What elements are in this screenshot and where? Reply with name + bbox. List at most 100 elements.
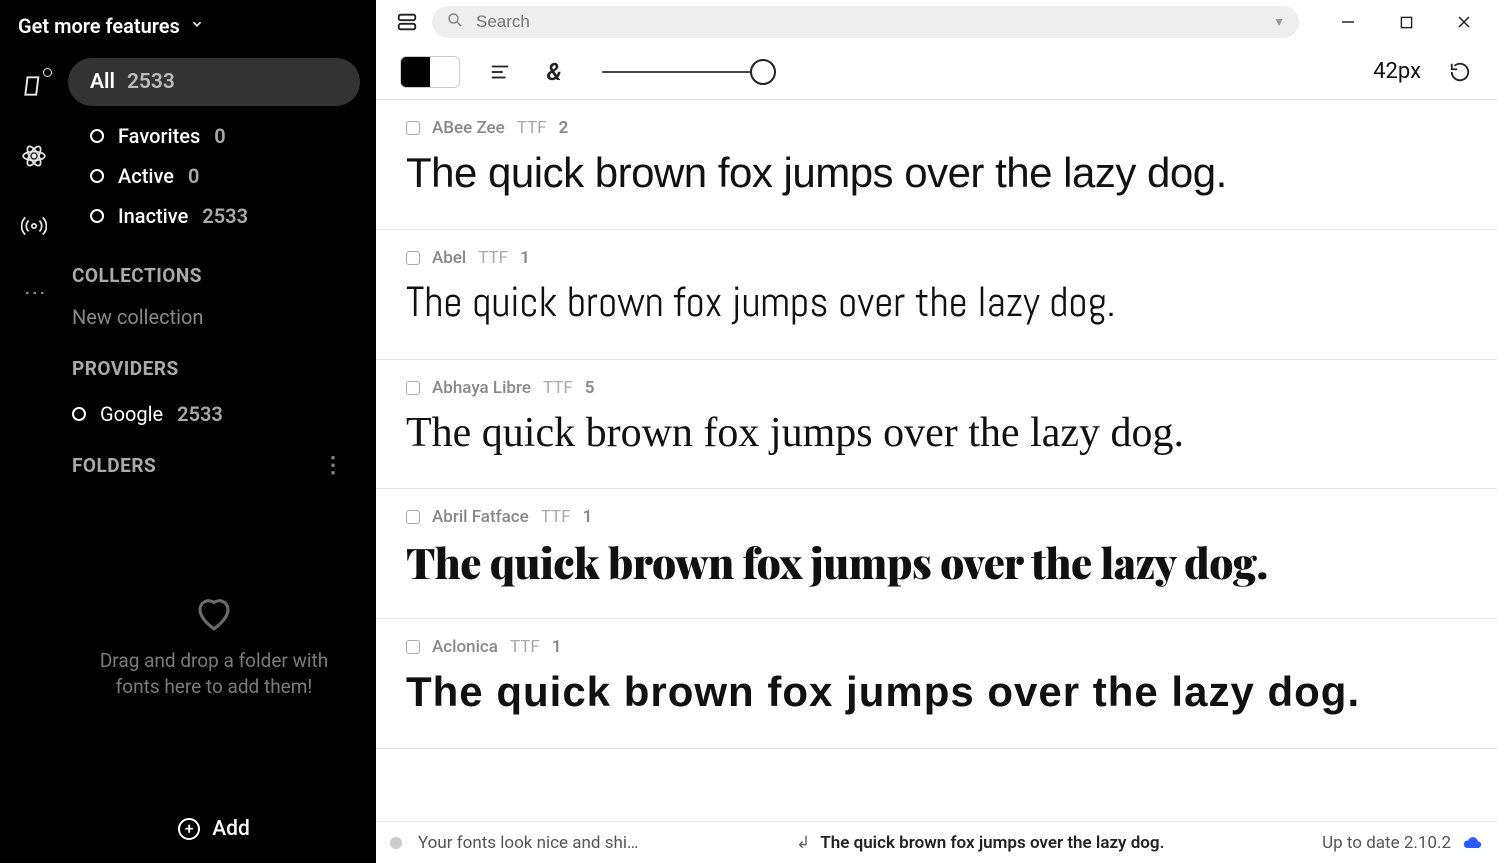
font-checkbox[interactable] [406, 121, 420, 135]
sidebar: Get more features [0, 0, 376, 863]
font-row: Aclonica TTF 1 The quick brown fox jumps… [376, 619, 1497, 749]
font-sample[interactable]: The quick brown fox jumps over the lazy … [406, 663, 1497, 722]
status-dot-icon [390, 837, 402, 849]
font-name[interactable]: ABee Zee [432, 118, 505, 138]
layout-toggle-icon[interactable] [394, 9, 420, 35]
cloud-sync-icon[interactable] [1461, 832, 1483, 854]
add-label: Add [212, 817, 250, 841]
search-input[interactable] [476, 12, 1261, 32]
inactive-count: 2533 [202, 204, 248, 228]
chevron-down-icon [190, 17, 204, 35]
font-sample[interactable]: The quick brown fox jumps over the lazy … [406, 144, 1497, 203]
favorites-label: Favorites [118, 124, 200, 148]
maximize-button[interactable] [1389, 5, 1423, 39]
collections-heading: COLLECTIONS [72, 264, 202, 287]
font-sample[interactable]: The quick brown fox jumps over the lazy … [406, 404, 1497, 463]
inactive-label: Inactive [118, 204, 188, 228]
toolbar: & 42px [376, 44, 1497, 100]
font-type: TTF [510, 637, 540, 657]
notification-badge [43, 68, 52, 77]
window-controls [1311, 5, 1487, 39]
font-name[interactable]: Abhaya Libre [432, 378, 531, 398]
radio-icon [90, 169, 104, 183]
active-count: 0 [188, 164, 199, 188]
font-row: Abel TTF 1 The quick brown fox jumps ove… [376, 230, 1497, 360]
enter-icon: ↲ [796, 833, 810, 853]
provider-label: Google [100, 402, 163, 426]
folders-drop-message: Drag and drop a folder with fonts here t… [98, 648, 330, 699]
new-collection-button[interactable]: New collection [68, 299, 360, 329]
search-icon [446, 11, 464, 33]
providers-heading: PROVIDERS [72, 357, 179, 380]
folders-options-icon[interactable]: ⋮ [322, 455, 360, 477]
font-meta: Abel TTF 1 [406, 248, 1497, 268]
radio-icon [90, 129, 104, 143]
upsell-label: Get more features [18, 14, 180, 38]
sidebar-body: ⋮ All 2533 Favorites 0 Active 0 Inactive… [0, 58, 376, 863]
minimize-button[interactable] [1331, 5, 1365, 39]
close-button[interactable] [1447, 5, 1481, 39]
font-count: 1 [520, 248, 530, 268]
sidebar-item-favorites[interactable]: Favorites 0 [68, 116, 360, 156]
broadcast-icon[interactable] [20, 212, 48, 240]
font-meta: ABee Zee TTF 2 [406, 118, 1497, 138]
status-message: Your fonts look nice and shi… [418, 833, 638, 853]
sidebar-item-inactive[interactable]: Inactive 2533 [68, 196, 360, 236]
font-meta: Aclonica TTF 1 [406, 637, 1497, 657]
font-sample[interactable]: The quick brown fox jumps over the lazy … [406, 533, 1497, 592]
font-count: 5 [585, 378, 595, 398]
font-count: 2 [559, 118, 569, 138]
align-left-icon[interactable] [486, 58, 514, 86]
slider-track [602, 71, 772, 73]
rail-more-icon[interactable]: ⋮ [23, 282, 45, 306]
font-name[interactable]: Abril Fatface [432, 507, 529, 527]
font-size-label: 42px [1373, 59, 1421, 84]
font-checkbox[interactable] [406, 381, 420, 395]
heart-icon [191, 592, 237, 634]
titlebar: ▼ [376, 0, 1497, 44]
sidebar-item-all[interactable]: All 2533 [68, 58, 360, 106]
font-type: TTF [478, 248, 508, 268]
font-count: 1 [583, 507, 593, 527]
search-field[interactable]: ▼ [432, 6, 1299, 38]
radio-icon [72, 407, 86, 421]
font-row: ABee Zee TTF 2 The quick brown fox jumps… [376, 100, 1497, 230]
library-icon[interactable] [20, 72, 48, 100]
color-light [430, 57, 459, 87]
font-checkbox[interactable] [406, 640, 420, 654]
font-sample[interactable]: The quick brown fox jumps over the lazy … [406, 274, 1497, 333]
font-name[interactable]: Abel [432, 248, 466, 268]
font-size-slider[interactable] [602, 62, 772, 82]
section-providers: PROVIDERS [68, 329, 360, 392]
slider-knob[interactable] [750, 59, 776, 85]
status-sample-text[interactable]: ↲ The quick brown fox jumps over the laz… [654, 833, 1306, 853]
all-label: All [90, 70, 115, 94]
provider-count: 2533 [177, 402, 223, 426]
ligature-icon[interactable]: & [540, 58, 568, 86]
section-collections: COLLECTIONS [68, 236, 360, 299]
font-name[interactable]: Aclonica [432, 637, 498, 657]
color-dark [401, 57, 430, 87]
plus-circle-icon: + [178, 818, 200, 840]
font-checkbox[interactable] [406, 251, 420, 265]
font-meta: Abhaya Libre TTF 5 [406, 378, 1497, 398]
font-list: ABee Zee TTF 2 The quick brown fox jumps… [376, 100, 1497, 821]
get-more-features-button[interactable]: Get more features [0, 0, 376, 58]
font-checkbox[interactable] [406, 510, 420, 524]
atom-icon[interactable] [20, 142, 48, 170]
color-toggle[interactable] [400, 56, 460, 88]
folders-drop-zone[interactable]: Drag and drop a folder with fonts here t… [68, 489, 360, 803]
radio-icon [90, 209, 104, 223]
font-row: Abril Fatface TTF 1 The quick brown fox … [376, 489, 1497, 619]
version-text: Up to date 2.10.2 [1322, 833, 1451, 853]
active-label: Active [118, 164, 174, 188]
main: ▼ & [376, 0, 1497, 863]
provider-google[interactable]: Google 2533 [68, 392, 360, 426]
status-version: Up to date 2.10.2 [1322, 832, 1483, 854]
dropdown-caret-icon[interactable]: ▼ [1273, 15, 1285, 29]
font-count: 1 [552, 637, 562, 657]
sidebar-item-active[interactable]: Active 0 [68, 156, 360, 196]
font-row: Abhaya Libre TTF 5 The quick brown fox j… [376, 360, 1497, 490]
add-button[interactable]: + Add [68, 803, 360, 863]
reset-icon[interactable] [1447, 59, 1473, 85]
